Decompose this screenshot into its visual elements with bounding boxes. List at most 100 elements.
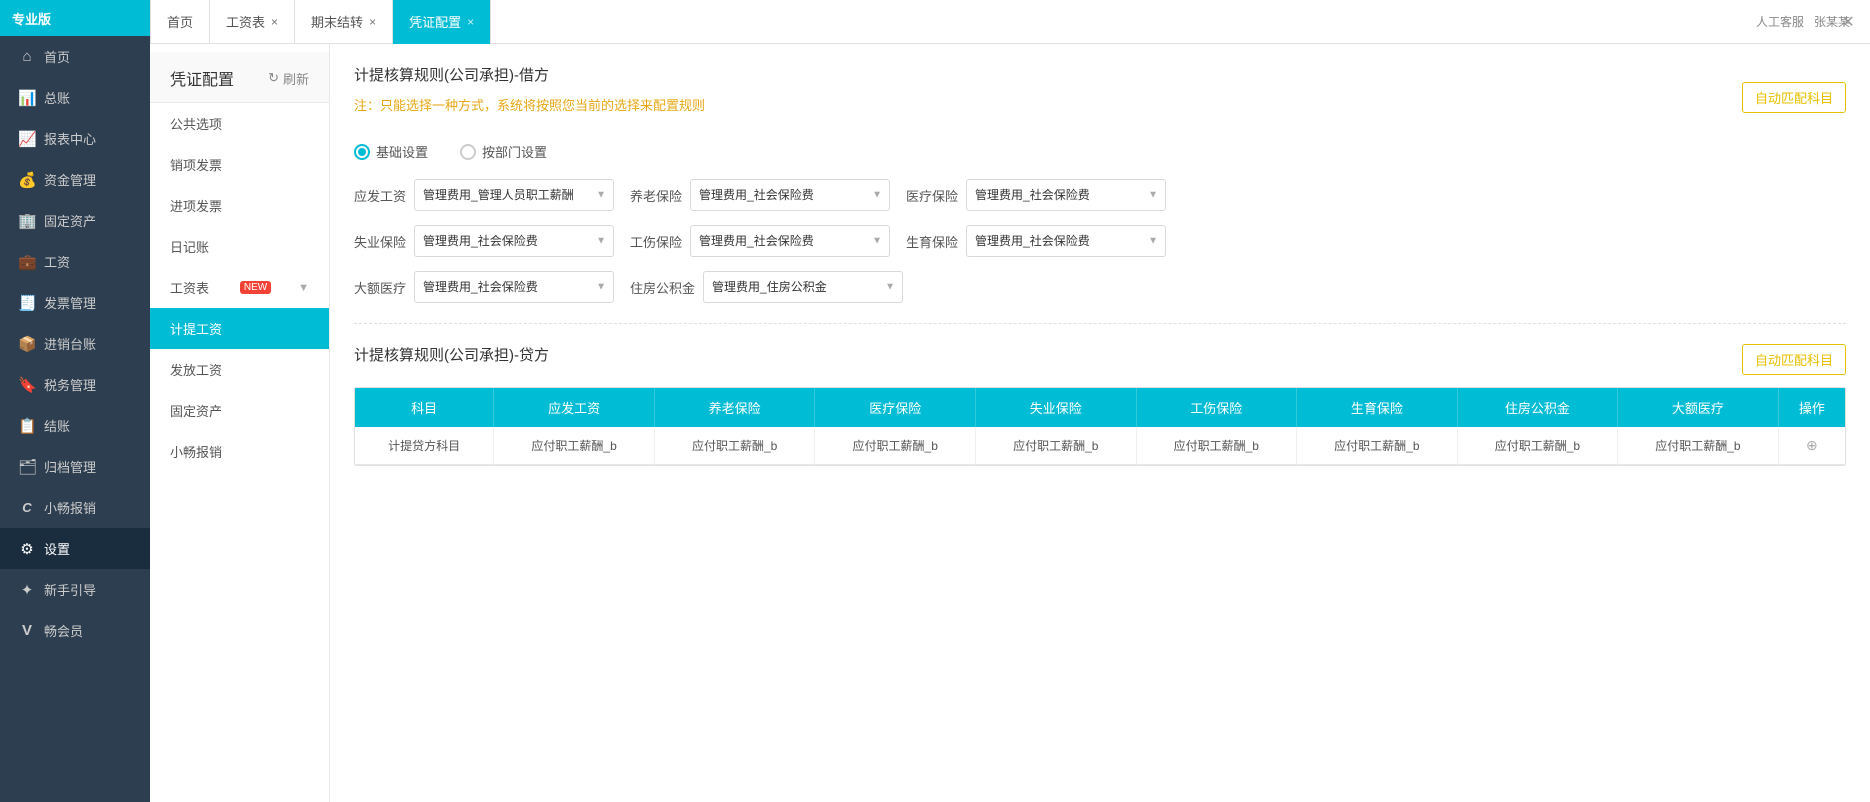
left-nav-item-purchase-invoice[interactable]: 进项发票 [150, 185, 329, 226]
sidebar-item-archive[interactable]: 🗂 归档管理 [0, 446, 150, 487]
label-unemployment: 失业保险 [354, 232, 406, 251]
th-action: 操作 [1778, 388, 1845, 427]
radio-basic[interactable]: 基础设置 [354, 142, 428, 161]
th-major-medical: 大额医疗 [1618, 388, 1779, 427]
sidebar-item-xiaochang-report[interactable]: C 小畅报销 [0, 487, 150, 528]
sidebar-item-guide[interactable]: ✦ 新手引导 [0, 569, 150, 610]
tab-home[interactable]: 首页 [150, 0, 210, 44]
field-major-medical: 大额医疗 管理费用_社会保险费 ▼ [354, 271, 614, 303]
tab-voucher-config-close[interactable]: × [467, 15, 474, 29]
sidebar-label-fixed-assets: 固定资产 [44, 211, 96, 230]
th-subject: 科目 [355, 388, 494, 427]
tab-payroll[interactable]: 工资表 × [210, 0, 295, 44]
radio-basic-label: 基础设置 [376, 142, 428, 161]
app-logo: 专业版 [0, 0, 150, 36]
field-pension: 养老保险 管理费用_社会保险费 ▼ [630, 179, 890, 211]
sidebar-item-tax[interactable]: 🔖 税务管理 [0, 364, 150, 405]
sidebar-label-home: 首页 [44, 47, 70, 66]
left-nav-item-xiaochang-expense[interactable]: 小畅报销 [150, 431, 329, 472]
radio-department[interactable]: 按部门设置 [460, 142, 547, 161]
left-nav-label-payroll-table: 工资表 [170, 278, 209, 297]
left-nav-label-distribute-payroll: 发放工资 [170, 360, 222, 379]
select-major-medical[interactable]: 管理费用_社会保险费 [414, 271, 614, 303]
label-medical: 医疗保险 [906, 186, 958, 205]
td-medical: 应付职工薪酬_b [815, 427, 976, 465]
settings-icon: ⚙ [18, 540, 36, 558]
field-injury: 工伤保险 管理费用_社会保险费 ▼ [630, 225, 890, 257]
select-maternity[interactable]: 管理费用_社会保险费 [966, 225, 1166, 257]
sidebar-item-settings[interactable]: ⚙ 设置 [0, 528, 150, 569]
sidebar-item-ledger[interactable]: 📊 总账 [0, 77, 150, 118]
left-nav-label-purchase-invoice: 进项发票 [170, 196, 222, 215]
fixed-assets-icon: 🏢 [18, 212, 36, 230]
guide-icon: ✦ [18, 581, 36, 599]
main-form-content: 计提核算规则(公司承担)-借方 注：只能选择一种方式，系统将按照您当前的选择来配… [330, 44, 1870, 802]
select-pension[interactable]: 管理费用_社会保险费 [690, 179, 890, 211]
tab-period-end-close[interactable]: × [369, 15, 376, 29]
left-nav-item-journal[interactable]: 日记账 [150, 226, 329, 267]
funds-icon: 💰 [18, 171, 36, 189]
radio-basic-circle [354, 144, 370, 160]
select-wrapper-payroll: 管理费用_管理人员职工薪酬 ▼ [414, 179, 614, 211]
sidebar-item-invoice[interactable]: 🧾 发票管理 [0, 282, 150, 323]
tax-icon: 🔖 [18, 376, 36, 394]
th-pension: 养老保险 [654, 388, 815, 427]
left-nav-item-public[interactable]: 公共选项 [150, 103, 329, 144]
refresh-button[interactable]: ↻ 刷新 [268, 69, 309, 88]
td-action[interactable]: ⊕ [1778, 427, 1845, 465]
sidebar-label-xiaochang-report: 小畅报销 [44, 498, 96, 517]
tab-period-end-label: 期末结转 [311, 12, 363, 31]
page-title: 凭证配置 [170, 66, 234, 90]
tab-period-end[interactable]: 期末结转 × [295, 0, 393, 44]
select-payroll[interactable]: 管理费用_管理人员职工薪酬 [414, 179, 614, 211]
sidebar-item-funds[interactable]: 💰 资金管理 [0, 159, 150, 200]
table-row: 计提贷方科目 应付职工薪酬_b 应付职工薪酬_b 应付职工薪酬_b 应付职工薪酬… [355, 427, 1845, 465]
left-nav-item-fixed-assets[interactable]: 固定资产 [150, 390, 329, 431]
tab-payroll-close[interactable]: × [271, 15, 278, 29]
th-medical: 医疗保险 [815, 388, 976, 427]
sidebar-item-reports[interactable]: 📈 报表中心 [0, 118, 150, 159]
select-unemployment[interactable]: 管理费用_社会保险费 [414, 225, 614, 257]
credit-table: 科目 应发工资 养老保险 医疗保险 失业保险 工伤保险 生育保险 住房公积金 大… [355, 388, 1845, 465]
tab-voucher-config[interactable]: 凭证配置 × [393, 0, 491, 44]
section1: 计提核算规则(公司承担)-借方 注：只能选择一种方式，系统将按照您当前的选择来配… [354, 64, 1846, 303]
content-area: 凭证配置 ↻ 刷新 公共选项 销项发票 进项发票 日记账 工资表 NEW [150, 44, 1870, 802]
sidebar-item-salary[interactable]: 💼 工资 [0, 241, 150, 282]
left-nav-item-sales-invoice[interactable]: 销项发票 [150, 144, 329, 185]
section1-header: 计提核算规则(公司承担)-借方 注：只能选择一种方式，系统将按照您当前的选择来配… [354, 64, 1846, 130]
home-icon: ⌂ [18, 48, 36, 65]
tab-bar: 首页 工资表 × 期末结转 × 凭证配置 × 人工客服 张某某 ✕ [150, 0, 1870, 44]
radio-group: 基础设置 按部门设置 [354, 142, 1846, 161]
close-panel-button[interactable]: ✕ [1826, 0, 1870, 44]
sidebar-label-settings: 设置 [44, 539, 70, 558]
select-injury[interactable]: 管理费用_社会保险费 [690, 225, 890, 257]
main-area: 首页 工资表 × 期末结转 × 凭证配置 × 人工客服 张某某 ✕ 凭证配置 ↻ [150, 0, 1870, 802]
label-injury: 工伤保险 [630, 232, 682, 251]
sidebar-item-purchase-sales[interactable]: 📦 进销台账 [0, 323, 150, 364]
sidebar-item-fixed-assets[interactable]: 🏢 固定资产 [0, 200, 150, 241]
sidebar-label-invoice: 发票管理 [44, 293, 96, 312]
label-major-medical: 大额医疗 [354, 278, 406, 297]
sidebar-item-home[interactable]: ⌂ 首页 [0, 36, 150, 77]
th-injury: 工伤保险 [1136, 388, 1297, 427]
select-wrapper-housing: 管理费用_住房公积金 ▼ [703, 271, 903, 303]
refresh-label: 刷新 [283, 69, 309, 88]
sidebar-label-reports: 报表中心 [44, 129, 96, 148]
left-nav-item-accrued-payroll[interactable]: 计提工资 [150, 308, 329, 349]
sidebar-label-archive: 归档管理 [44, 457, 96, 476]
table-wrapper: 科目 应发工资 养老保险 医疗保险 失业保险 工伤保险 生育保险 住房公积金 大… [354, 387, 1846, 466]
left-nav-label-journal: 日记账 [170, 237, 209, 256]
ledger-icon: 📊 [18, 89, 36, 107]
sidebar-label-purchase-sales: 进销台账 [44, 334, 96, 353]
field-payroll: 应发工资 管理费用_管理人员职工薪酬 ▼ [354, 179, 614, 211]
sidebar-item-close[interactable]: 📋 结账 [0, 405, 150, 446]
sidebar-item-vip[interactable]: V 畅会员 [0, 610, 150, 651]
left-nav-item-distribute-payroll[interactable]: 发放工资 [150, 349, 329, 390]
select-housing[interactable]: 管理费用_住房公积金 [703, 271, 903, 303]
auto-match-button-2[interactable]: 自动匹配科目 [1742, 344, 1846, 375]
row-action-icon[interactable]: ⊕ [1806, 437, 1818, 453]
left-nav-item-payroll-table[interactable]: 工资表 NEW ▼ [150, 267, 329, 308]
vip-icon: V [18, 622, 36, 639]
select-medical[interactable]: 管理费用_社会保险费 [966, 179, 1166, 211]
auto-match-button-1[interactable]: 自动匹配科目 [1742, 82, 1846, 113]
